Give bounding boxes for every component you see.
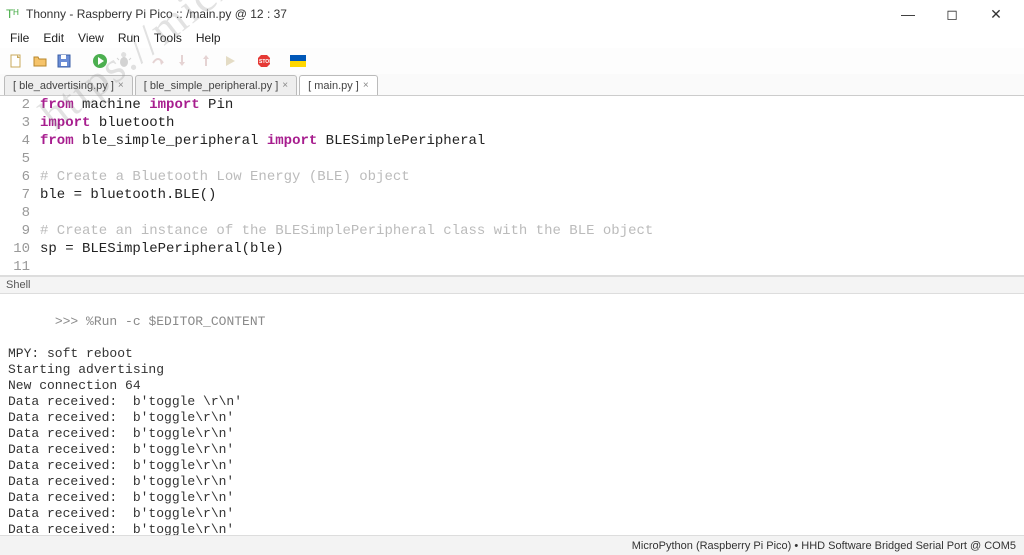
shell-line: Data received: b'toggle\r\n' — [8, 474, 1016, 490]
line-number: 8 — [0, 204, 40, 222]
code-text[interactable]: ble = bluetooth.BLE() — [40, 186, 216, 204]
svg-text:STOP: STOP — [259, 59, 272, 65]
code-line[interactable]: 3import bluetooth — [0, 114, 1024, 132]
shell-line: Starting advertising — [8, 362, 1016, 378]
code-editor[interactable]: 2from machine import Pin3import bluetoot… — [0, 96, 1024, 276]
title-bar: Tᴴ Thonny - Raspberry Pi Pico :: /main.p… — [0, 0, 1024, 28]
code-text[interactable]: import bluetooth — [40, 114, 174, 132]
menu-help[interactable]: Help — [190, 29, 227, 47]
tab-ble-advertising[interactable]: [ ble_advertising.py ] × — [4, 75, 133, 95]
tab-main[interactable]: [ main.py ] × — [299, 75, 378, 95]
open-file-icon[interactable] — [30, 51, 50, 71]
shell-output[interactable]: >>> %Run -c $EDITOR_CONTENT MPY: soft re… — [0, 294, 1024, 555]
stop-icon[interactable]: STOP — [254, 51, 274, 71]
tab-label: [ ble_advertising.py ] — [13, 80, 114, 92]
shell-line: Data received: b'toggle\r\n' — [8, 458, 1016, 474]
window-controls: ― ◻ ✕ — [886, 0, 1018, 28]
run-icon[interactable] — [90, 51, 110, 71]
tab-ble-simple-peripheral[interactable]: [ ble_simple_peripheral.py ] × — [135, 75, 297, 95]
code-line[interactable]: 9# Create an instance of the BLESimplePe… — [0, 222, 1024, 240]
close-icon[interactable]: × — [363, 80, 369, 91]
shell-line: Data received: b'toggle\r\n' — [8, 490, 1016, 506]
shell-run-cmd: %Run -c $EDITOR_CONTENT — [86, 314, 265, 329]
line-number: 4 — [0, 132, 40, 150]
minimize-button[interactable]: ― — [886, 0, 930, 28]
shell-line: New connection 64 — [8, 378, 1016, 394]
shell-panel-label: Shell — [0, 276, 1024, 294]
shell-line: MPY: soft reboot — [8, 346, 1016, 362]
code-text[interactable]: from machine import Pin — [40, 96, 233, 114]
code-line[interactable]: 11 — [0, 258, 1024, 276]
toolbar: STOP — [0, 48, 1024, 74]
code-text[interactable]: from ble_simple_peripheral import BLESim… — [40, 132, 485, 150]
resume-icon[interactable] — [220, 51, 240, 71]
code-line[interactable]: 5 — [0, 150, 1024, 168]
new-file-icon[interactable] — [6, 51, 26, 71]
svg-text:Tᴴ: Tᴴ — [6, 7, 18, 21]
debug-icon[interactable] — [114, 51, 134, 71]
save-icon[interactable] — [54, 51, 74, 71]
line-number: 5 — [0, 150, 40, 168]
status-bar[interactable]: MicroPython (Raspberry Pi Pico) • HHD So… — [0, 535, 1024, 555]
code-line[interactable]: 2from machine import Pin — [0, 96, 1024, 114]
ukraine-flag-icon[interactable] — [288, 51, 308, 71]
window-title: Thonny - Raspberry Pi Pico :: /main.py @… — [26, 7, 886, 21]
tab-label: [ main.py ] — [308, 80, 359, 92]
code-line[interactable]: 8 — [0, 204, 1024, 222]
menu-file[interactable]: File — [4, 29, 35, 47]
shell-line: Data received: b'toggle\r\n' — [8, 426, 1016, 442]
code-line[interactable]: 6# Create a Bluetooth Low Energy (BLE) o… — [0, 168, 1024, 186]
step-out-icon[interactable] — [196, 51, 216, 71]
menu-view[interactable]: View — [72, 29, 110, 47]
code-text[interactable]: sp = BLESimplePeripheral(ble) — [40, 240, 284, 258]
line-number: 7 — [0, 186, 40, 204]
maximize-button[interactable]: ◻ — [930, 0, 974, 28]
app-logo-icon: Tᴴ — [6, 6, 22, 22]
code-line[interactable]: 4from ble_simple_peripheral import BLESi… — [0, 132, 1024, 150]
line-number: 3 — [0, 114, 40, 132]
menu-edit[interactable]: Edit — [37, 29, 70, 47]
code-line[interactable]: 7ble = bluetooth.BLE() — [0, 186, 1024, 204]
close-button[interactable]: ✕ — [974, 0, 1018, 28]
shell-prompt: >>> — [55, 314, 86, 329]
menu-run[interactable]: Run — [112, 29, 146, 47]
status-interpreter[interactable]: MicroPython (Raspberry Pi Pico) • HHD So… — [632, 540, 1016, 552]
code-text[interactable]: # Create an instance of the BLESimplePer… — [40, 222, 653, 240]
shell-line: Data received: b'toggle\r\n' — [8, 410, 1016, 426]
shell-line: Data received: b'toggle\r\n' — [8, 506, 1016, 522]
step-into-icon[interactable] — [172, 51, 192, 71]
line-number: 9 — [0, 222, 40, 240]
line-number: 11 — [0, 258, 40, 276]
step-over-icon[interactable] — [148, 51, 168, 71]
line-number: 6 — [0, 168, 40, 186]
line-number: 2 — [0, 96, 40, 114]
line-number: 10 — [0, 240, 40, 258]
menu-tools[interactable]: Tools — [148, 29, 188, 47]
shell-line: Data received: b'toggle\r\n' — [8, 442, 1016, 458]
editor-tabs: [ ble_advertising.py ] × [ ble_simple_pe… — [0, 74, 1024, 96]
shell-line: Data received: b'toggle \r\n' — [8, 394, 1016, 410]
close-icon[interactable]: × — [282, 80, 288, 91]
tab-label: [ ble_simple_peripheral.py ] — [144, 80, 279, 92]
close-icon[interactable]: × — [118, 80, 124, 91]
code-line[interactable]: 10sp = BLESimplePeripheral(ble) — [0, 240, 1024, 258]
menu-bar: File Edit View Run Tools Help — [0, 28, 1024, 48]
code-text[interactable]: # Create a Bluetooth Low Energy (BLE) ob… — [40, 168, 410, 186]
